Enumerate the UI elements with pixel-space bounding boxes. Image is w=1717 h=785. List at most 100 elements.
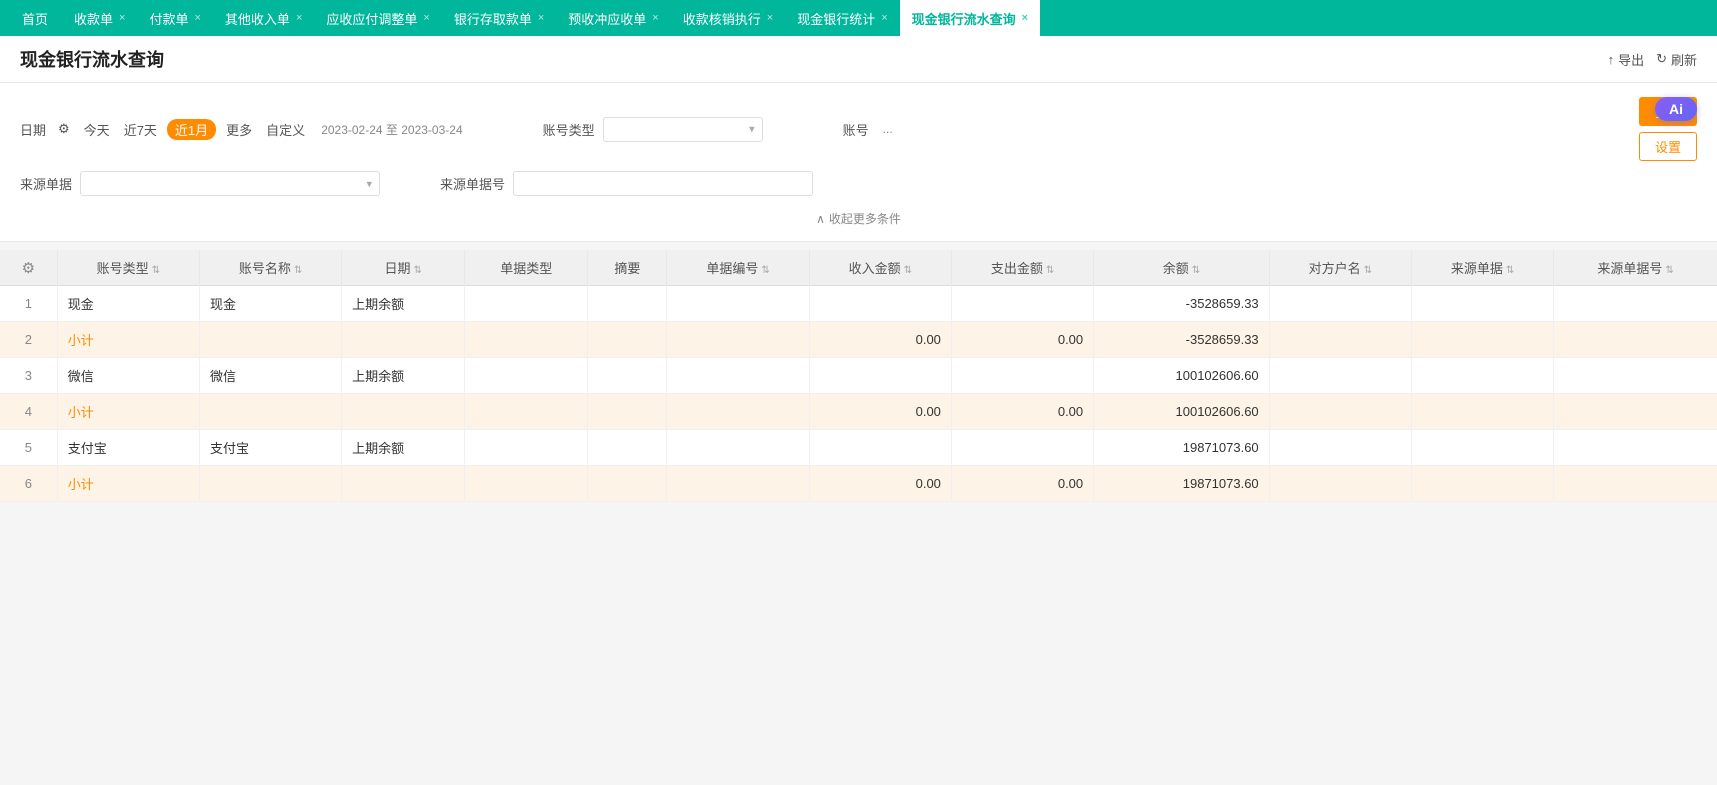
sort-date-icon: ⇅: [414, 265, 422, 276]
nav-home[interactable]: 首页: [8, 9, 62, 28]
nav-tab-receipts[interactable]: 收款单 ×: [62, 0, 137, 36]
date-opt-today[interactable]: 今天: [80, 119, 114, 140]
date-label: 日期: [20, 120, 46, 139]
refresh-icon: ↻: [1656, 51, 1667, 67]
close-advance-icon[interactable]: ×: [652, 12, 658, 24]
table-row: 5支付宝支付宝上期余额19871073.60: [0, 430, 1717, 466]
account-label: 账号: [843, 120, 869, 139]
close-receipts-icon[interactable]: ×: [119, 12, 125, 24]
page-title: 现金银行流水查询: [20, 46, 164, 72]
col-summary: 摘要: [588, 250, 667, 286]
close-adjustments-icon[interactable]: ×: [423, 12, 429, 24]
export-button[interactable]: ↑ 导出: [1608, 50, 1645, 69]
table-cell: 100102606.60: [1094, 394, 1270, 430]
date-opt-1month[interactable]: 近1月: [167, 119, 216, 140]
table-cell: [1269, 322, 1411, 358]
header-actions: ↑ 导出 ↻ 刷新: [1608, 50, 1697, 69]
sort-income-icon: ⇅: [904, 265, 912, 276]
col-income[interactable]: 收入金额⇅: [809, 250, 951, 286]
account-filter-group: 账号 ...: [843, 120, 899, 139]
sort-source-doc-num-icon: ⇅: [1665, 265, 1673, 276]
table-cell: [1411, 430, 1553, 466]
nav-tab-stats[interactable]: 现金银行统计 ×: [785, 0, 899, 36]
date-opt-more[interactable]: 更多: [222, 119, 256, 140]
close-stats-icon[interactable]: ×: [881, 12, 887, 24]
nav-tab-advance[interactable]: 预收冲应收单 ×: [556, 0, 670, 36]
col-account-name[interactable]: 账号名称⇅: [199, 250, 341, 286]
table-cell: [588, 286, 667, 322]
nav-tab-payments[interactable]: 付款单 ×: [137, 0, 212, 36]
table-cell: [465, 358, 588, 394]
nav-tab-adjustments[interactable]: 应收应付调整单 ×: [314, 0, 441, 36]
table-cell: 小计: [57, 394, 199, 430]
col-balance[interactable]: 余额⇅: [1094, 250, 1270, 286]
table-cell: [1269, 286, 1411, 322]
table-cell: 100102606.60: [1094, 358, 1270, 394]
table-cell: [342, 394, 465, 430]
ai-badge[interactable]: Ai: [1655, 97, 1697, 121]
source-doc-select[interactable]: [80, 171, 380, 196]
date-filter-group: 日期 ⚙ 今天 近7天 近1月 更多 自定义 2023-02-24 至 2023…: [20, 119, 463, 140]
col-date[interactable]: 日期⇅: [342, 250, 465, 286]
table-cell: [667, 286, 809, 322]
col-doc-type: 单据类型: [465, 250, 588, 286]
table-row: 3微信微信上期余额100102606.60: [0, 358, 1717, 394]
account-more-btn[interactable]: ...: [877, 120, 899, 138]
col-account-type[interactable]: 账号类型⇅: [57, 250, 199, 286]
table-cell: [667, 322, 809, 358]
table-cell: [465, 286, 588, 322]
table-cell: [1554, 286, 1717, 322]
account-type-select[interactable]: [603, 117, 763, 142]
refresh-button[interactable]: ↻ 刷新: [1656, 50, 1697, 69]
close-bank-deposit-icon[interactable]: ×: [538, 12, 544, 24]
table-cell: [667, 394, 809, 430]
nav-tab-other-income[interactable]: 其他收入单 ×: [213, 0, 314, 36]
sort-doc-number-icon: ⇅: [761, 265, 769, 276]
col-doc-number[interactable]: 单据编号⇅: [667, 250, 809, 286]
table-cell: [1554, 430, 1717, 466]
table-cell: [667, 358, 809, 394]
sort-balance-icon: ⇅: [1192, 265, 1200, 276]
table-cell: 3: [0, 358, 57, 394]
col-source-doc-num[interactable]: 来源单据号⇅: [1554, 250, 1717, 286]
column-settings-icon[interactable]: ⚙: [22, 260, 35, 277]
close-flow-query-icon[interactable]: ×: [1022, 12, 1028, 24]
nav-tab-flow-query[interactable]: 现金银行流水查询 ×: [900, 0, 1040, 36]
close-other-income-icon[interactable]: ×: [296, 12, 302, 24]
nav-tab-bank-deposit[interactable]: 银行存取款单 ×: [442, 0, 556, 36]
table-cell: [588, 358, 667, 394]
close-payments-icon[interactable]: ×: [194, 12, 200, 24]
close-verification-icon[interactable]: ×: [767, 12, 773, 24]
table-cell: 上期余额: [342, 358, 465, 394]
col-expense[interactable]: 支出金额⇅: [951, 250, 1093, 286]
nav-tab-verification[interactable]: 收款核销执行 ×: [671, 0, 785, 36]
date-opt-custom[interactable]: 自定义: [262, 119, 309, 140]
table-cell: [465, 394, 588, 430]
table-cell: [951, 286, 1093, 322]
table-container: ⚙ 账号类型⇅ 账号名称⇅ 日期⇅ 单据类型 摘要 单据编号⇅: [0, 250, 1717, 502]
table-cell: -3528659.33: [1094, 286, 1270, 322]
settings-button[interactable]: 设置: [1639, 132, 1697, 161]
source-doc-num-input[interactable]: [513, 171, 813, 196]
sort-account-type-icon: ⇅: [152, 265, 160, 276]
col-counterpart[interactable]: 对方户名⇅: [1269, 250, 1411, 286]
sort-expense-icon: ⇅: [1046, 265, 1054, 276]
table-cell: 2: [0, 322, 57, 358]
sort-counterpart-icon: ⇅: [1364, 265, 1372, 276]
table-cell: 微信: [199, 358, 341, 394]
table-cell: [667, 430, 809, 466]
col-settings[interactable]: ⚙: [0, 250, 57, 286]
table-cell: 支付宝: [199, 430, 341, 466]
table-cell: [342, 466, 465, 502]
table-cell: [342, 322, 465, 358]
date-opt-7days[interactable]: 近7天: [120, 119, 161, 140]
table-cell: [667, 466, 809, 502]
collapse-bar[interactable]: ∧ 收起更多条件: [20, 206, 1697, 231]
col-source-doc[interactable]: 来源单据⇅: [1411, 250, 1553, 286]
table-cell: 支付宝: [57, 430, 199, 466]
date-opt-yesterday[interactable]: ⚙: [54, 120, 74, 138]
table-cell: [588, 430, 667, 466]
account-type-select-wrapper: [603, 117, 763, 142]
table-cell: [465, 322, 588, 358]
sort-account-name-icon: ⇅: [294, 265, 302, 276]
